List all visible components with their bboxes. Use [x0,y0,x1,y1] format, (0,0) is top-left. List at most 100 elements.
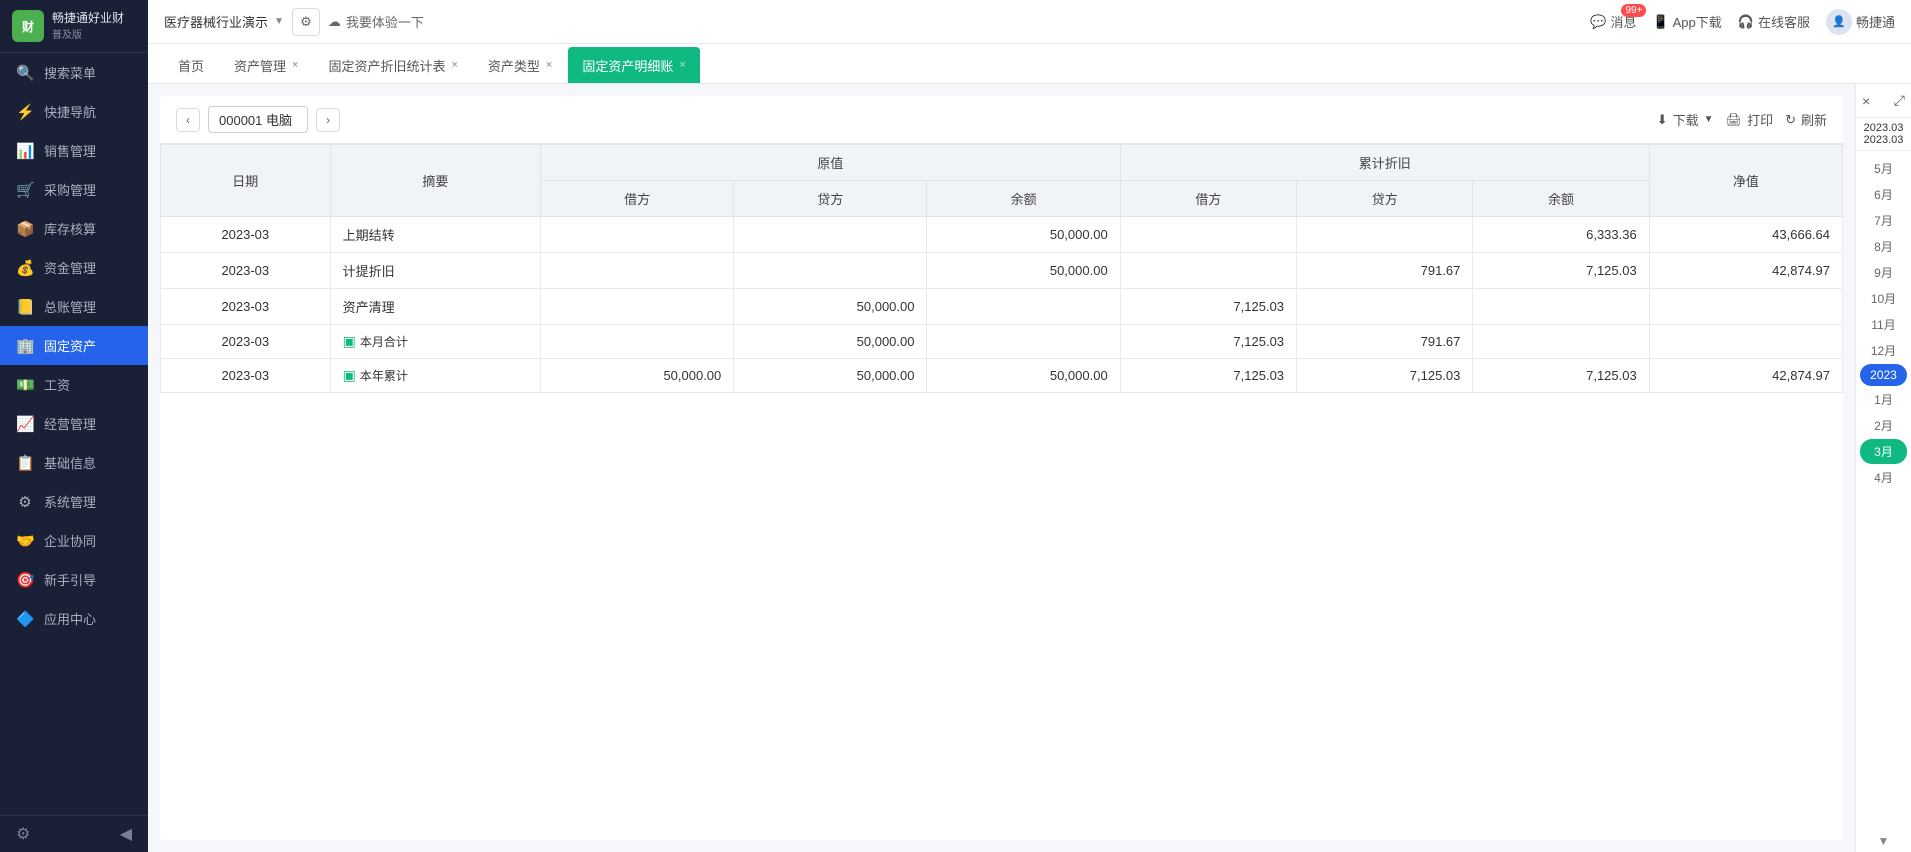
tab-bar: 首页 资产管理 × 固定资产折旧统计表 × 资产类型 × 固定资产明细账 × [148,44,1911,84]
cell-accum-debit: 7,125.03 [1120,289,1296,325]
sidebar-item-search[interactable]: 🔍 搜索菜单 [0,53,148,92]
timeline-month-item[interactable]: 7月 [1860,208,1907,233]
sidebar-item-payroll[interactable]: 💵 工资 [0,365,148,404]
sidebar-item-system[interactable]: ⚙ 系统管理 [0,482,148,521]
support-button[interactable]: 🎧 在线客服 [1738,12,1810,31]
asset-detail-table: 日期 摘要 原值 累计折旧 净值 借方 贷方 余额 借方 [160,144,1843,393]
timeline-month-item[interactable]: 2月 [1860,413,1907,438]
summary-tag: ▣本月合计 [343,333,408,350]
timeline-year[interactable]: 2023 [1860,364,1907,386]
cell-orig-debit [541,217,734,253]
sidebar-item-collab[interactable]: 🤝 企业协同 [0,521,148,560]
funds-icon: 💰 [16,259,34,277]
timeline-month-item[interactable]: 4月 [1860,465,1907,490]
sidebar-item-fixedasset[interactable]: 🏢 固定资产 [0,326,148,365]
settings-button[interactable]: ⚙ [292,8,320,36]
collapse-icon[interactable]: ◀ [120,824,132,844]
user-name: 畅捷通 [1856,12,1895,31]
timeline-close-button[interactable]: × [1862,93,1870,109]
content-main: ‹ 000001 电脑 › ⬇ 下载 ▼ 🖨 打印 [148,84,1855,852]
sidebar-item-label: 总账管理 [44,297,96,316]
sidebar-item-purchase[interactable]: 🛒 采购管理 [0,170,148,209]
sidebar-item-ops[interactable]: 📈 经营管理 [0,404,148,443]
timeline-month-item[interactable]: 8月 [1860,234,1907,259]
message-button[interactable]: 💬 消息 99+ [1590,12,1636,31]
sidebar-item-guide[interactable]: 🎯 新手引导 [0,560,148,599]
cell-summary: 资产清理 [330,289,540,325]
settings-icon[interactable]: ⚙ [16,824,30,844]
col-orig-credit: 贷方 [734,181,927,217]
tab-close-icon[interactable]: × [451,59,457,71]
timeline-month-item[interactable]: 9月 [1860,260,1907,285]
download-label: App下载 [1673,12,1722,31]
refresh-button[interactable]: ↻ 刷新 [1785,110,1827,129]
tab-assetdetail[interactable]: 固定资产明细账 × [568,47,699,83]
experience-button[interactable]: ☁ 我要体验一下 [328,12,424,31]
sidebar-item-funds[interactable]: 💰 资金管理 [0,248,148,287]
tab-assetdetail-label: 固定资产明细账 [582,56,673,75]
sidebar-item-basic[interactable]: 📋 基础信息 [0,443,148,482]
next-asset-button[interactable]: › [316,108,340,132]
cell-date: 2023-03 [161,253,331,289]
dropdown-arrow-icon: ▼ [274,16,284,27]
dropdown-icon: ▼ [1704,114,1714,125]
cell-orig-credit [734,217,927,253]
cell-summary: ▣本月合计 [330,325,540,359]
table-row: 2023-03 计提折旧 50,000.00 791.67 7,125.03 4… [161,253,1843,289]
timeline-month-item[interactable]: 5月 [1860,156,1907,181]
timeline-month-item[interactable]: 3月 [1860,439,1907,464]
search-icon: 🔍 [16,64,34,82]
sidebar-item-quicknav[interactable]: ⚡ 快捷导航 [0,92,148,131]
company-selector[interactable]: 医疗器械行业演示 ▼ [164,12,284,31]
user-avatar[interactable]: 👤 畅捷通 [1826,9,1895,35]
cell-orig-credit: 50,000.00 [734,289,927,325]
timeline-month-item[interactable]: 1月 [1860,387,1907,412]
message-badge: 99+ [1621,4,1646,17]
tab-depreciation[interactable]: 固定资产折旧统计表 × [314,47,471,83]
logo-icon: 财 [12,10,44,42]
ops-icon: 📈 [16,415,34,433]
download-button[interactable]: 📱 App下载 [1652,12,1721,31]
timeline-month-item[interactable]: 11月 [1860,312,1907,337]
top-header: 医疗器械行业演示 ▼ ⚙ ☁ 我要体验一下 💬 消息 99+ 📱 App下载 🎧… [148,0,1911,44]
table-row: 2023-03 上期结转 50,000.00 6,333.36 43,666.6… [161,217,1843,253]
cell-accum-balance: 7,125.03 [1473,359,1649,393]
asset-nav: ‹ 000001 电脑 › [176,106,340,133]
timeline-expand-button[interactable]: ⤢ [1894,92,1905,109]
company-name: 医疗器械行业演示 [164,12,268,31]
download-button[interactable]: ⬇ 下载 ▼ [1657,110,1714,129]
cell-accum-balance [1473,325,1649,359]
cell-accum-credit: 7,125.03 [1297,359,1473,393]
sidebar-item-apps[interactable]: 🔷 应用中心 [0,599,148,638]
timeline-month-item[interactable]: 10月 [1860,286,1907,311]
cell-summary: ▣本年累计 [330,359,540,393]
sidebar-item-label: 资金管理 [44,258,96,277]
collab-icon: 🤝 [16,532,34,550]
sidebar-item-label: 库存核算 [44,219,96,238]
tab-home[interactable]: 首页 [164,47,218,83]
asset-table-container: 日期 摘要 原值 累计折旧 净值 借方 贷方 余额 借方 [160,144,1843,840]
sidebar-item-inventory[interactable]: 📦 库存核算 [0,209,148,248]
print-button[interactable]: 🖨 打印 [1726,110,1774,129]
guide-icon: 🎯 [16,571,34,589]
sidebar-item-label: 经营管理 [44,414,96,433]
apps-icon: 🔷 [16,610,34,628]
timeline-scroll[interactable]: 5月6月7月8月9月10月11月12月20231月2月3月4月 [1856,151,1911,830]
timeline-month-item[interactable]: 6月 [1860,182,1907,207]
tab-close-icon[interactable]: × [292,59,298,71]
tab-close-icon[interactable]: × [679,59,685,71]
tab-assettype[interactable]: 资产类型 × [474,47,566,83]
col-accum-debit: 借方 [1120,181,1296,217]
timeline-down-arrow[interactable]: ▼ [1856,830,1911,852]
sidebar-item-sales[interactable]: 📊 销售管理 [0,131,148,170]
timeline-month-item[interactable]: 12月 [1860,338,1907,363]
asset-selector-bar: ‹ 000001 电脑 › ⬇ 下载 ▼ 🖨 打印 [160,96,1843,144]
sidebar-item-ledger[interactable]: 📒 总账管理 [0,287,148,326]
prev-asset-button[interactable]: ‹ [176,108,200,132]
cell-orig-balance: 50,000.00 [927,253,1120,289]
print-label: 打印 [1747,110,1773,129]
cell-orig-debit [541,253,734,289]
ledger-icon: 📒 [16,298,34,316]
tab-close-icon[interactable]: × [546,59,552,71]
tab-assetmgmt[interactable]: 资产管理 × [220,47,312,83]
